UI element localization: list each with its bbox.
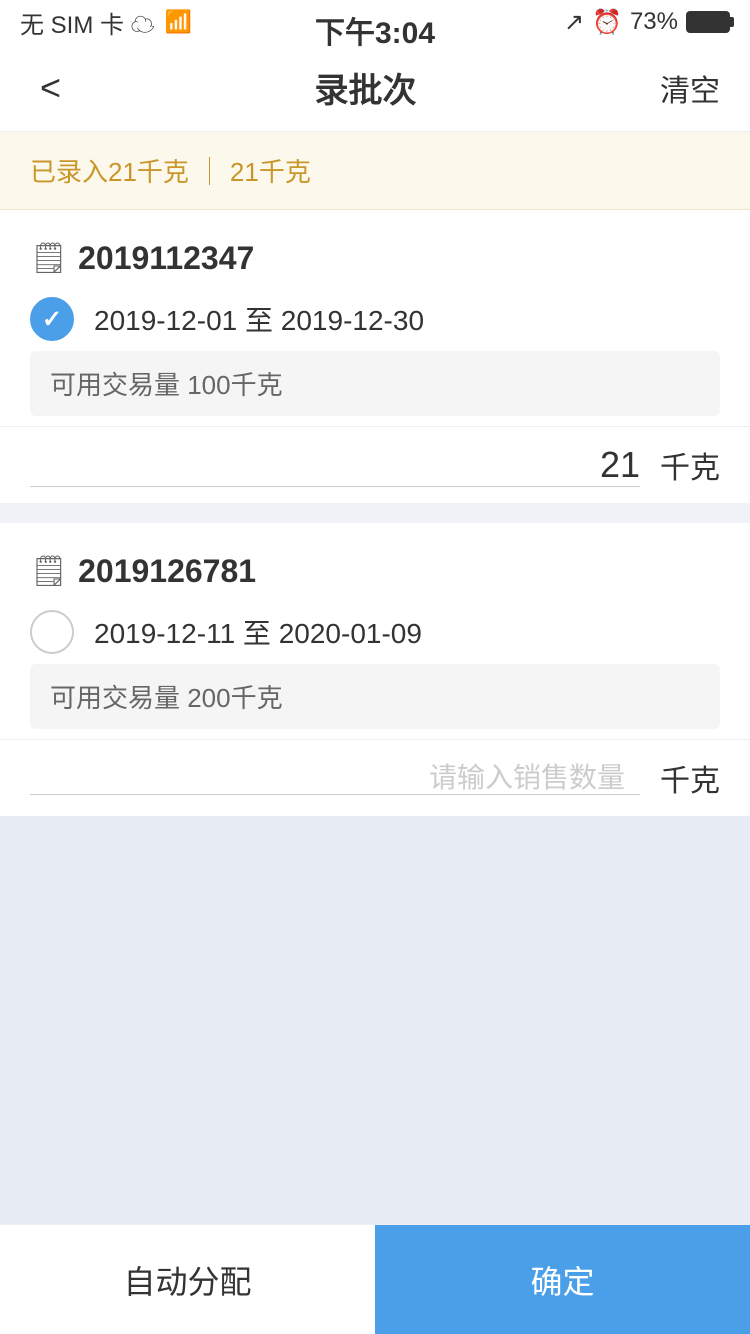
status-bar: 无 SIM 卡 ☁ 📶 下午3:04 ↗ ⏰ 73% (0, 0, 750, 44)
status-right: ↗ ⏰ 73% (564, 8, 730, 37)
battery-percent: 73% (630, 8, 678, 36)
batch-header-2: 🗒 2019126781 (0, 523, 750, 600)
quantity-unit-1: 千克 (660, 443, 720, 487)
batch-card-2: 🗒 2019126781 2019-12-11 至 2020-01-09 可用交… (0, 523, 750, 816)
quantity-underline-1: 21 (30, 444, 640, 487)
info-value: 21千克 (230, 152, 311, 189)
page-title: 录批次 (315, 63, 417, 112)
confirm-button[interactable]: 确定 (375, 1225, 750, 1334)
batch-row-1: 2019-12-01 至 2019-12-30 (0, 287, 750, 351)
quantity-value-1: 21 (600, 444, 640, 486)
batch-row-2: 2019-12-11 至 2020-01-09 (0, 600, 750, 664)
card-separator-1 (0, 503, 750, 523)
clear-button[interactable]: 清空 (660, 66, 720, 110)
batch-icon-1: 🗒 (30, 241, 68, 276)
location-icon: ↗ (564, 8, 584, 37)
batch-id-1: 2019112347 (78, 240, 254, 277)
quantity-input-wrapper-2: 千克 (0, 739, 750, 816)
info-banner: 已录入21千克 21千克 (0, 132, 750, 210)
quantity-unit-2: 千克 (660, 756, 720, 800)
batch-date-1: 2019-12-01 至 2019-12-30 (94, 299, 424, 339)
batch-header-1: 🗒 2019112347 (0, 210, 750, 287)
auto-distribute-button[interactable]: 自动分配 (0, 1225, 375, 1334)
content-area: 🗒 2019112347 2019-12-01 至 2019-12-30 可用交… (0, 210, 750, 1302)
clock-icon: ⏰ (592, 8, 622, 37)
batch-icon-2: 🗒 (30, 554, 68, 589)
available-1: 可用交易量 100千克 (30, 351, 720, 416)
nav-bar: < 录批次 清空 (0, 44, 750, 132)
quantity-row-1: 21 千克 (0, 426, 750, 503)
back-button[interactable]: < (30, 57, 71, 119)
battery-icon (686, 11, 730, 33)
status-time: 下午3:04 (315, 8, 435, 52)
bottom-bar: 自动分配 确定 (0, 1224, 750, 1334)
wifi-icon: 📶 (165, 9, 192, 35)
status-left: 无 SIM 卡 ☁ 📶 (20, 5, 192, 40)
batch-date-2: 2019-12-11 至 2020-01-09 (94, 612, 422, 652)
batch-card-1: 🗒 2019112347 2019-12-01 至 2019-12-30 可用交… (0, 210, 750, 503)
checkbox-2[interactable] (30, 610, 74, 654)
quantity-underline-2[interactable] (30, 762, 640, 795)
quantity-input-2[interactable] (30, 762, 640, 794)
recorded-label: 已录入21千克 (30, 152, 189, 189)
available-2: 可用交易量 200千克 (30, 664, 720, 729)
checkbox-1[interactable] (30, 297, 74, 341)
info-divider (209, 157, 210, 185)
sim-label: 无 SIM 卡 ☁ (20, 5, 155, 40)
batch-id-2: 2019126781 (78, 553, 256, 590)
